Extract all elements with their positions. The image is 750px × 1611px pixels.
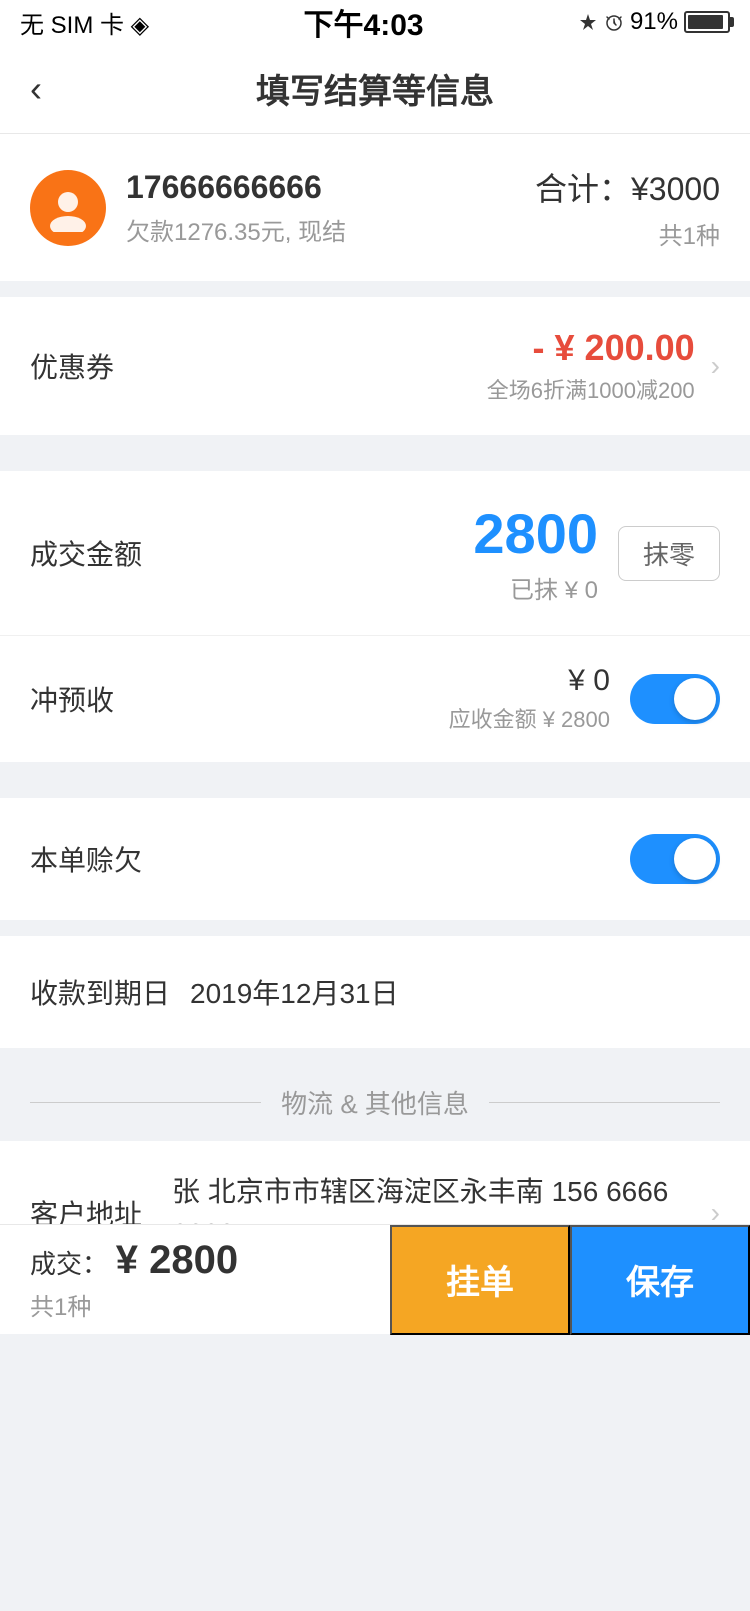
deal-amount-right: 2800 已抹 ¥ 0 抹零: [473, 501, 720, 605]
pre-collect-row: 冲预收 ¥ 0 应收金额 ¥ 2800: [0, 636, 750, 762]
user-row: 17666666666 欠款1276.35元, 现结 合计：¥3000 共1种: [0, 134, 750, 281]
deal-section: 成交金额 2800 已抹 ¥ 0 抹零 冲预收 ¥ 0 应收金额 ¥ 2800: [0, 471, 750, 762]
section-divider-2: [0, 778, 750, 798]
duedate-section: 收款到期日 2019年12月31日: [0, 936, 750, 1048]
save-button[interactable]: 保存: [570, 1225, 750, 1335]
duedate-label: 收款到期日: [30, 972, 170, 1012]
battery-icon: [684, 11, 730, 33]
user-debt: 欠款1276.35元, 现结: [126, 212, 346, 247]
pre-collect-label: 冲预收: [30, 679, 114, 719]
bottom-bar: 成交： ¥ 2800 共1种 挂单 保存: [0, 1224, 750, 1334]
deal-amount-value: 2800: [473, 501, 598, 566]
debt-row: 本单赊欠: [0, 798, 750, 920]
bottom-amount: ¥ 2800: [116, 1238, 238, 1282]
user-total: 合计：¥3000 共1种: [535, 164, 720, 251]
page-content: 17666666666 欠款1276.35元, 现结 合计：¥3000 共1种 …: [0, 134, 750, 1611]
location-icon: [578, 12, 598, 32]
battery-percent: 91%: [630, 8, 678, 36]
pending-button[interactable]: 挂单: [390, 1225, 570, 1335]
debt-toggle[interactable]: [630, 834, 720, 884]
pre-amount-value: ¥ 0: [449, 664, 610, 698]
pre-collect-toggle[interactable]: [630, 674, 720, 724]
duedate-row: 收款到期日 2019年12月31日: [0, 936, 750, 1048]
sep-line-right: [489, 1102, 720, 1103]
bottom-deal-line: 成交： ¥ 2800: [30, 1238, 360, 1283]
sim-label: 无 SIM 卡 ◈: [20, 5, 149, 40]
logistics-sep-text: 物流 & 其他信息: [281, 1084, 469, 1121]
back-button[interactable]: ‹: [30, 68, 42, 110]
status-left: 无 SIM 卡 ◈: [20, 5, 149, 40]
deal-amount-label: 成交金额: [30, 533, 142, 573]
pre-amount-block: ¥ 0 应收金额 ¥ 2800: [449, 664, 610, 734]
avatar: [30, 170, 106, 246]
duedate-value: 2019年12月31日: [190, 972, 399, 1012]
coupon-row[interactable]: 优惠券 - ¥ 200.00 全场6折满1000减200 ›: [0, 297, 750, 435]
round-zero-button[interactable]: 抹零: [618, 526, 720, 581]
bottom-deal-label: 成交：: [30, 1249, 108, 1279]
coupon-value-block: - ¥ 200.00 全场6折满1000减200: [487, 327, 695, 405]
nav-bar: ‹ 填写结算等信息: [0, 44, 750, 134]
coupon-right: - ¥ 200.00 全场6折满1000减200 ›: [487, 327, 720, 405]
alarm-icon: [604, 12, 624, 32]
sep-line-left: [30, 1102, 261, 1103]
status-right: 91%: [578, 8, 730, 36]
user-info: 17666666666 欠款1276.35元, 现结: [126, 169, 346, 247]
coupon-discount: - ¥ 200.00: [487, 327, 695, 369]
coupon-label: 优惠券: [30, 346, 114, 386]
user-card: 17666666666 欠款1276.35元, 现结 合计：¥3000 共1种: [0, 134, 750, 281]
coupon-card: 优惠券 - ¥ 200.00 全场6折满1000减200 ›: [0, 297, 750, 435]
bottom-count: 共1种: [30, 1287, 360, 1322]
total-count: 共1种: [535, 216, 720, 251]
pre-collect-right: ¥ 0 应收金额 ¥ 2800: [449, 664, 720, 734]
deal-amount-sub: 已抹 ¥ 0: [473, 570, 598, 605]
status-bar: 无 SIM 卡 ◈ 下午4:03 91%: [0, 0, 750, 44]
deal-amount-row: 成交金额 2800 已抹 ¥ 0 抹零: [0, 471, 750, 636]
status-time: 下午4:03: [304, 0, 424, 44]
section-divider-1: [0, 451, 750, 471]
user-left: 17666666666 欠款1276.35元, 现结: [30, 169, 346, 247]
bottom-spacer: [0, 1501, 750, 1611]
debt-section: 本单赊欠: [0, 798, 750, 920]
page-title: 填写结算等信息: [256, 64, 494, 113]
pre-amount-sub: 应收金额 ¥ 2800: [449, 702, 610, 734]
bottom-summary: 成交： ¥ 2800 共1种: [0, 1238, 390, 1322]
debt-label: 本单赊欠: [30, 839, 142, 879]
coupon-chevron-icon: ›: [711, 350, 720, 382]
coupon-desc: 全场6折满1000减200: [487, 373, 695, 405]
user-phone: 17666666666: [126, 169, 346, 206]
total-amount: 合计：¥3000: [535, 164, 720, 210]
deal-amount-block: 2800 已抹 ¥ 0: [473, 501, 598, 605]
logistics-separator: 物流 & 其他信息: [0, 1064, 750, 1141]
